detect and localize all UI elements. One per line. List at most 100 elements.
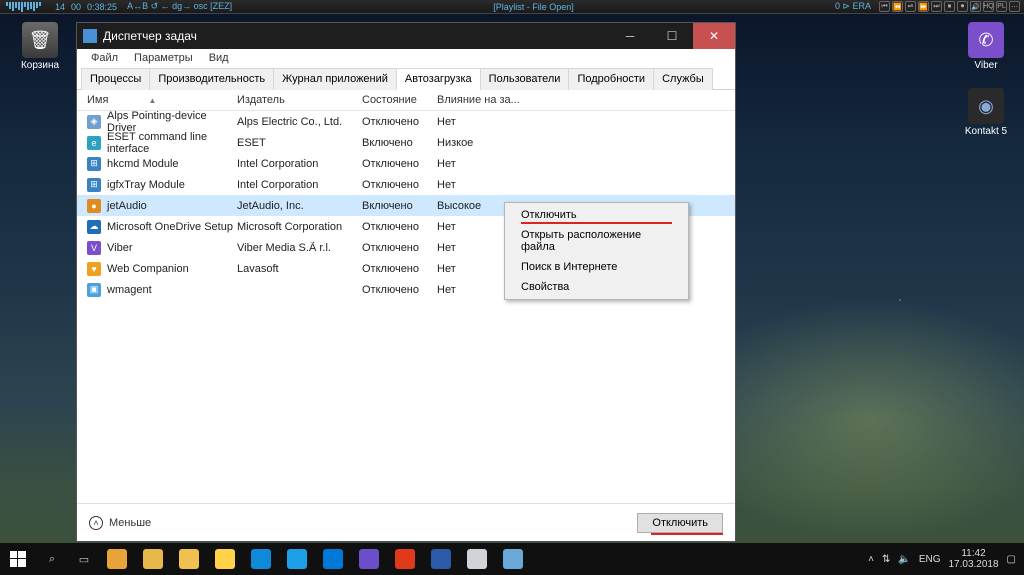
minimize-button[interactable]: ─: [609, 23, 651, 49]
app-icon: e: [87, 136, 101, 150]
taskbar-app-8[interactable]: [388, 543, 422, 575]
context-menu: Отключить Открыть расположение файла Пои…: [504, 202, 689, 300]
player-button-4[interactable]: ⏭: [931, 1, 942, 12]
taskbar-app-icon: [395, 549, 415, 569]
taskbar-app-9[interactable]: [424, 543, 458, 575]
column-name[interactable]: Имя ▲: [87, 94, 237, 106]
desktop-icon-viber[interactable]: ✆ Viber: [956, 22, 1016, 71]
desktop-icon-kontakt[interactable]: ◉ Kontakt 5: [956, 88, 1016, 137]
taskbar-app-0[interactable]: [100, 543, 134, 575]
taskbar-app-icon: [251, 549, 271, 569]
search-icon: ⌕: [49, 553, 55, 566]
footer: ˄ Меньше Отключить: [77, 503, 735, 541]
app-icon: V: [87, 241, 101, 255]
annotation-underline: [651, 533, 723, 535]
tab-3[interactable]: Автозагрузка: [396, 68, 481, 90]
taskbar-app-4[interactable]: [244, 543, 278, 575]
column-state[interactable]: Состояние: [362, 94, 437, 106]
recycle-bin-label: Корзина: [21, 60, 59, 71]
player-button-7[interactable]: 🔊: [970, 1, 981, 12]
taskbar-app-6[interactable]: [316, 543, 350, 575]
startup-row[interactable]: ⊞igfxTray ModuleIntel CorporationОтключе…: [77, 174, 735, 195]
row-name: Web Companion: [107, 263, 189, 275]
tabstrip: ПроцессыПроизводительностьЖурнал приложе…: [77, 67, 735, 90]
row-publisher: JetAudio, Inc.: [237, 200, 362, 212]
player-button-1[interactable]: ⏪: [892, 1, 903, 12]
player-button-2[interactable]: ⏯: [905, 1, 916, 12]
taskbar-app-2[interactable]: [172, 543, 206, 575]
tray-clock[interactable]: 11:42 17.03.2018: [948, 548, 998, 570]
startup-row[interactable]: ⊞hkcmd ModuleIntel CorporationОтключеноН…: [77, 153, 735, 174]
tray-action-center-icon[interactable]: ▢: [1007, 554, 1016, 565]
taskbar-app-5[interactable]: [280, 543, 314, 575]
tab-0[interactable]: Процессы: [81, 68, 150, 90]
taskbar-app-icon: [215, 549, 235, 569]
row-impact: Низкое: [437, 137, 725, 149]
app-icon: ♥: [87, 262, 101, 276]
row-state: Отключено: [362, 284, 437, 296]
ctx-search-online[interactable]: Поиск в Интернете: [507, 257, 686, 277]
task-manager-icon: [83, 29, 97, 43]
titlebar[interactable]: Диспетчер задач ─ ☐ ✕: [77, 23, 735, 49]
kontakt-icon: ◉: [968, 88, 1004, 124]
player-button-3[interactable]: ⏩: [918, 1, 929, 12]
task-view-icon: ▭: [79, 553, 89, 566]
ctx-disable[interactable]: Отключить: [507, 205, 686, 225]
viber-label: Viber: [974, 60, 997, 71]
menu-file[interactable]: Файл: [83, 51, 126, 65]
desktop-icon-recycle-bin[interactable]: 🗑 Корзина: [10, 22, 70, 71]
app-icon: ●: [87, 199, 101, 213]
taskbar-app-icon: [431, 549, 451, 569]
tab-6[interactable]: Службы: [653, 68, 713, 90]
player-button-5[interactable]: ⏹: [944, 1, 955, 12]
fewer-details-button[interactable]: ˄ Меньше: [89, 516, 151, 530]
ctx-properties[interactable]: Свойства: [507, 277, 686, 297]
sort-indicator-icon: ▲: [148, 96, 156, 105]
taskbar-app-11[interactable]: [496, 543, 530, 575]
close-button[interactable]: ✕: [693, 23, 735, 49]
fewer-details-label: Меньше: [109, 517, 151, 529]
startup-row[interactable]: eESET command line interfaceESETВключено…: [77, 132, 735, 153]
row-state: Отключено: [362, 242, 437, 254]
player-button-10[interactable]: ⋯: [1009, 1, 1020, 12]
menu-view[interactable]: Вид: [201, 51, 237, 65]
tray-network-icon[interactable]: ⇅: [882, 554, 890, 565]
tray-volume-icon[interactable]: 🔈: [898, 554, 910, 565]
menu-options[interactable]: Параметры: [126, 51, 201, 65]
tray-chevron-icon[interactable]: ˄: [868, 554, 874, 565]
column-impact[interactable]: Влияние на за...: [437, 94, 725, 106]
maximize-button[interactable]: ☐: [651, 23, 693, 49]
tab-2[interactable]: Журнал приложений: [273, 68, 397, 90]
tab-4[interactable]: Пользователи: [480, 68, 570, 90]
media-player-bar: 14 00 0:38:25 A↔B ↺ ← dg→ osc [ZEZ] [Pla…: [0, 0, 1024, 14]
player-button-0[interactable]: ⏮: [879, 1, 890, 12]
window-title: Диспетчер задач: [103, 29, 197, 43]
start-button[interactable]: [0, 543, 36, 575]
startup-row[interactable]: ◈Alps Pointing-device DriverAlps Electri…: [77, 111, 735, 132]
row-publisher: Lavasoft: [237, 263, 362, 275]
player-button-6[interactable]: ⏺: [957, 1, 968, 12]
taskbar: ⌕ ▭ ˄ ⇅ 🔈 ENG 11:42 17.03.2018 ▢: [0, 543, 1024, 575]
taskbar-app-1[interactable]: [136, 543, 170, 575]
row-name: ESET command line interface: [107, 131, 237, 155]
search-button[interactable]: ⌕: [36, 553, 68, 566]
taskbar-app-7[interactable]: [352, 543, 386, 575]
player-button-9[interactable]: PL: [996, 1, 1007, 12]
row-name: jetAudio: [107, 200, 147, 212]
disable-button[interactable]: Отключить: [637, 513, 723, 533]
tab-1[interactable]: Производительность: [149, 68, 274, 90]
task-view-button[interactable]: ▭: [68, 553, 100, 566]
tray-language[interactable]: ENG: [919, 554, 941, 565]
ctx-open-location[interactable]: Открыть расположение файла: [507, 225, 686, 257]
row-impact: Нет: [437, 158, 725, 170]
player-button-8[interactable]: HQ: [983, 1, 994, 12]
row-name: wmagent: [107, 284, 152, 296]
taskbar-app-10[interactable]: [460, 543, 494, 575]
tab-5[interactable]: Подробности: [568, 68, 654, 90]
row-state: Отключено: [362, 221, 437, 233]
column-publisher[interactable]: Издатель: [237, 94, 362, 106]
column-headers: Имя ▲ Издатель Состояние Влияние на за..…: [77, 90, 735, 111]
taskbar-app-icon: [107, 549, 127, 569]
taskbar-app-3[interactable]: [208, 543, 242, 575]
row-state: Включено: [362, 137, 437, 149]
